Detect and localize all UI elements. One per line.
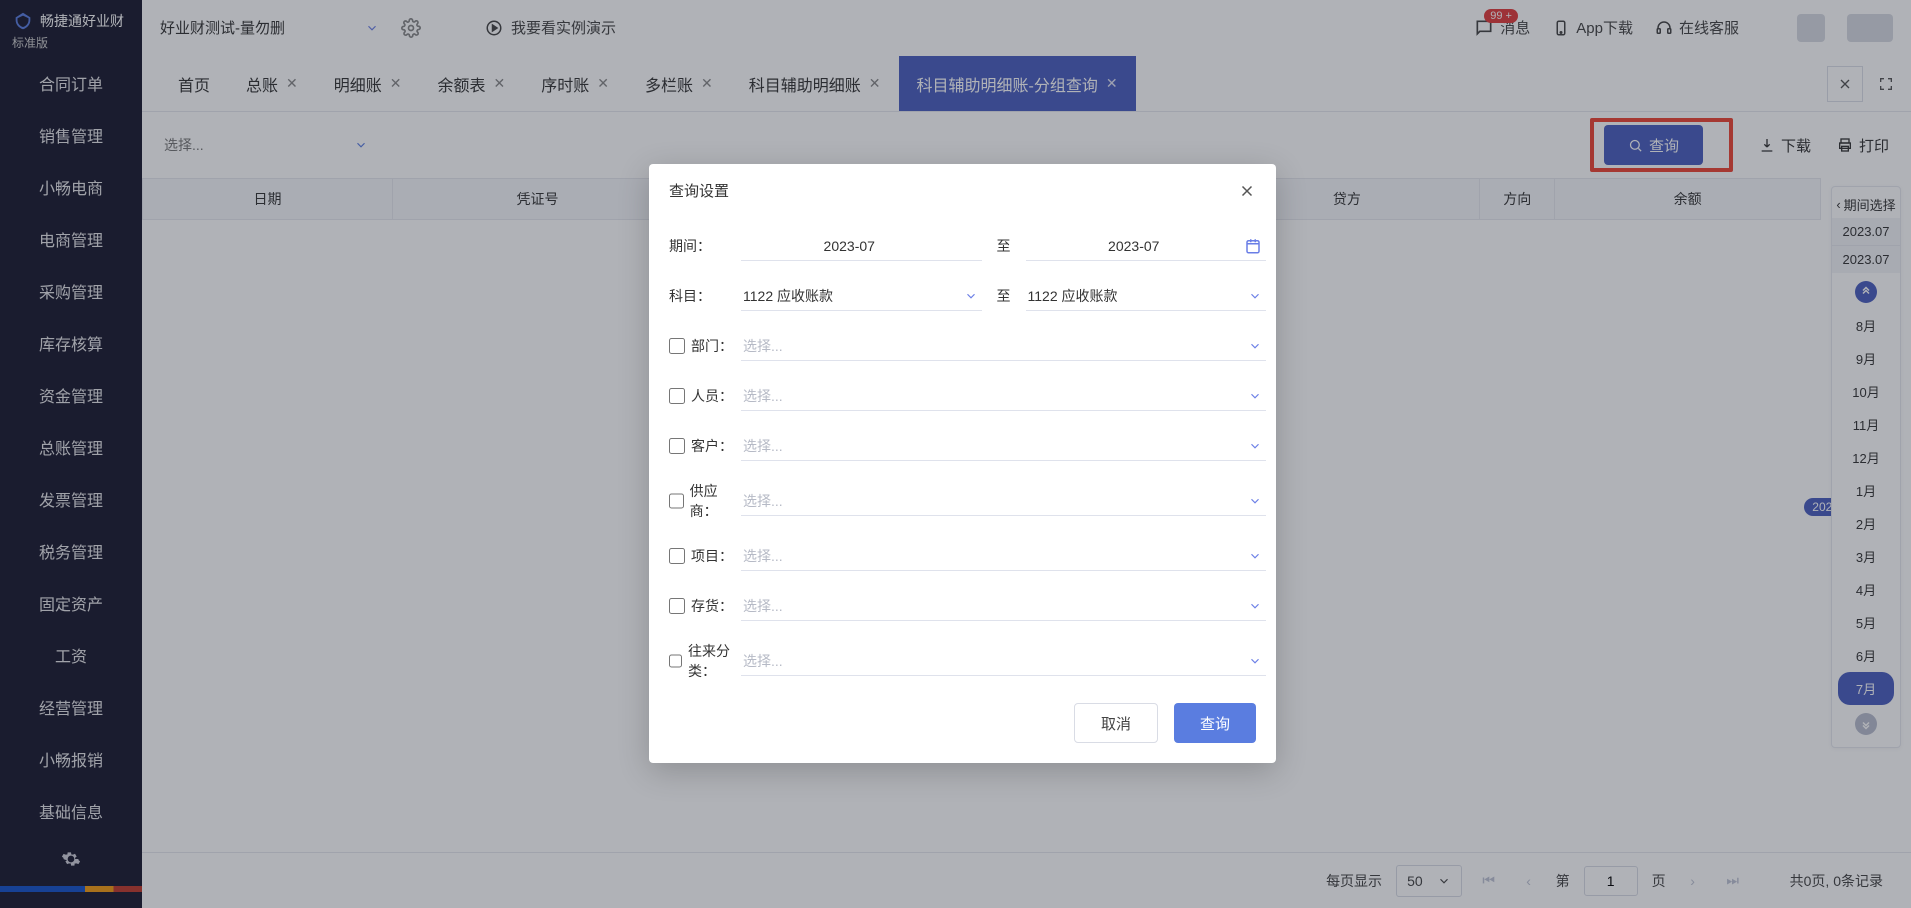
filter-row-label[interactable]: 供应商： bbox=[669, 481, 741, 521]
period-label: 期间： bbox=[669, 236, 741, 256]
filter-select[interactable] bbox=[741, 381, 1266, 411]
subject-from-select[interactable] bbox=[741, 281, 982, 311]
subject-label: 科目： bbox=[669, 286, 741, 306]
filter-row-label[interactable]: 存货： bbox=[669, 596, 741, 616]
filter-row-label[interactable]: 部门： bbox=[669, 336, 741, 356]
filter-select[interactable] bbox=[741, 646, 1266, 676]
filter-checkbox[interactable] bbox=[669, 438, 685, 454]
filter-checkbox[interactable] bbox=[669, 388, 685, 404]
subject-to-select[interactable] bbox=[1026, 281, 1267, 311]
filter-checkbox[interactable] bbox=[669, 653, 682, 669]
filter-select[interactable] bbox=[741, 431, 1266, 461]
filter-row-label[interactable]: 人员： bbox=[669, 386, 741, 406]
subject-range-split: 至 bbox=[982, 286, 1026, 306]
filter-select[interactable] bbox=[741, 591, 1266, 621]
filter-checkbox[interactable] bbox=[669, 493, 684, 509]
period-from-input[interactable] bbox=[741, 231, 982, 261]
modal-cancel-button[interactable]: 取消 bbox=[1074, 703, 1158, 743]
filter-select[interactable] bbox=[741, 331, 1266, 361]
modal-ok-button[interactable]: 查询 bbox=[1174, 703, 1256, 743]
filter-checkbox[interactable] bbox=[669, 598, 685, 614]
calendar-icon[interactable] bbox=[1244, 237, 1262, 255]
filter-checkbox[interactable] bbox=[669, 338, 685, 354]
modal-close-button[interactable] bbox=[1238, 182, 1256, 200]
filter-row-label[interactable]: 往来分类： bbox=[669, 641, 741, 681]
period-to-input[interactable] bbox=[1026, 231, 1267, 261]
filter-select[interactable] bbox=[741, 486, 1266, 516]
filter-select[interactable] bbox=[741, 541, 1266, 571]
modal-title: 查询设置 bbox=[669, 180, 729, 201]
filter-row-label[interactable]: 客户： bbox=[669, 436, 741, 456]
filter-row-label[interactable]: 项目： bbox=[669, 546, 741, 566]
period-range-split: 至 bbox=[982, 236, 1026, 256]
filter-checkbox[interactable] bbox=[669, 548, 685, 564]
query-settings-modal: 查询设置 期间： 至 科目： bbox=[649, 164, 1276, 763]
